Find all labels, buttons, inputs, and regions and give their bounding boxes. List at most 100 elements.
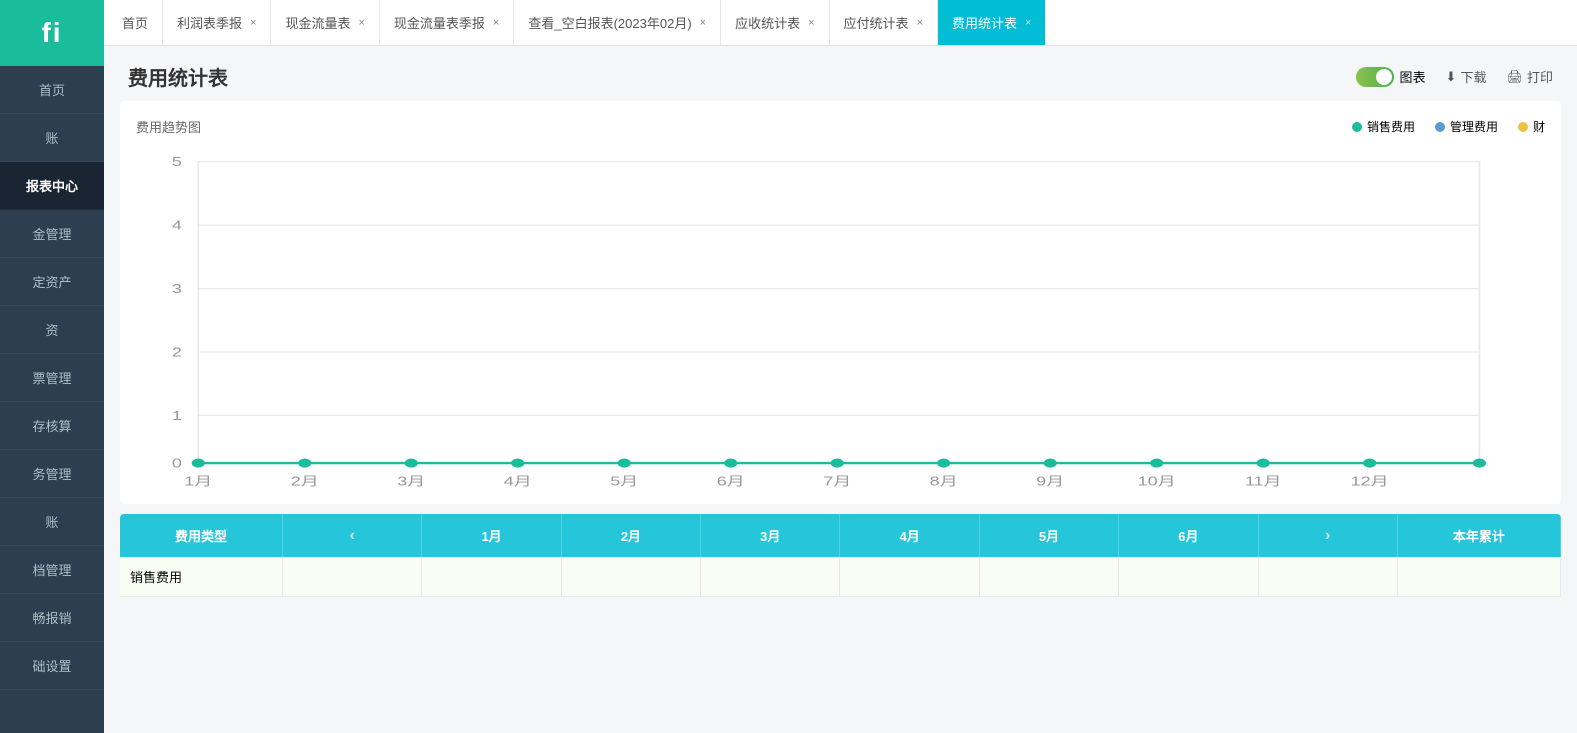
svg-text:6月: 6月 (717, 475, 745, 488)
download-icon: ⬇ (1446, 69, 1457, 85)
sidebar-item-fixed-assets[interactable]: 定资产 (0, 258, 104, 306)
td-row0-ytd (1398, 557, 1561, 596)
svg-text:4月: 4月 (504, 475, 532, 488)
prev-arrow[interactable]: ‹ (344, 527, 361, 545)
tab-cashflow-quarterly[interactable]: 现金流量表季报 × (380, 0, 514, 46)
td-row0-nav2 (1259, 557, 1398, 596)
tabs-bar: 首页 利润表季报 × 现金流量表 × 现金流量表季报 × 查看_空白报表(202… (104, 0, 1577, 46)
th-m3: 3月 (701, 514, 840, 557)
legend-finance: 财 (1518, 118, 1545, 135)
sidebar-item-settings[interactable]: 础设置 (0, 642, 104, 690)
svg-text:3: 3 (172, 283, 182, 297)
sidebar-item-ledger[interactable]: 账 (0, 498, 104, 546)
chart-title: 费用趋势图 (136, 117, 201, 136)
svg-text:4: 4 (172, 219, 182, 233)
close-tab-receivable[interactable]: × (808, 17, 814, 29)
sidebar-item-invoice[interactable]: 票管理 (0, 354, 104, 402)
chart-container: 费用趋势图 销售费用 管理费用 财 (120, 101, 1561, 504)
close-tab-payable[interactable]: × (917, 17, 923, 29)
toggle-thumb (1376, 69, 1392, 85)
td-row0-m2 (562, 557, 701, 596)
content-area: 费用统计表 图表 ⬇ 下载 🖨 打印 (104, 46, 1577, 733)
next-arrow[interactable]: › (1319, 527, 1336, 545)
svg-text:11月: 11月 (1245, 475, 1282, 488)
th-m5: 5月 (980, 514, 1119, 557)
svg-text:5月: 5月 (610, 475, 638, 488)
legend-dot-sales (1352, 122, 1362, 132)
svg-text:9月: 9月 (1036, 475, 1064, 488)
th-nav-next[interactable]: › (1259, 515, 1398, 557)
legend-mgmt: 管理费用 (1435, 118, 1498, 135)
svg-text:12月: 12月 (1351, 475, 1389, 488)
sidebar-item-invest[interactable]: 资 (0, 306, 104, 354)
svg-text:2月: 2月 (291, 475, 319, 488)
main-area: 首页 利润表季报 × 现金流量表 × 现金流量表季报 × 查看_空白报表(202… (104, 0, 1577, 733)
toggle-track[interactable] (1356, 67, 1394, 87)
td-row0-type: 销售费用 (120, 557, 283, 596)
td-row0-m1 (422, 557, 561, 596)
legend-sales: 销售费用 (1352, 118, 1415, 135)
sidebar-item-inventory[interactable]: 存核算 (0, 402, 104, 450)
sidebar-item-expense-report[interactable]: 畅报销 (0, 594, 104, 642)
th-type: 费用类型 (120, 514, 283, 557)
sidebar-logo: fi (0, 0, 104, 66)
tab-cashflow[interactable]: 现金流量表 × (271, 0, 379, 46)
th-ytd: 本年累计 (1398, 514, 1561, 557)
tab-profit-quarterly[interactable]: 利润表季报 × (163, 0, 271, 46)
sidebar-item-service[interactable]: 务管理 (0, 450, 104, 498)
print-button[interactable]: 🖨 打印 (1506, 67, 1553, 86)
th-m4: 4月 (840, 514, 979, 557)
sidebar-item-home[interactable]: 首页 (0, 66, 104, 114)
download-label: 下载 (1460, 67, 1486, 86)
toggle-label: 图表 (1400, 67, 1426, 86)
td-row0-nav (283, 557, 422, 596)
sidebar-item-account[interactable]: 账 (0, 114, 104, 162)
header-actions: 图表 ⬇ 下载 🖨 打印 (1356, 67, 1553, 87)
tab-home[interactable]: 首页 (108, 0, 163, 46)
page-title: 费用统计表 (128, 62, 228, 91)
th-m2: 2月 (562, 514, 701, 557)
svg-text:2: 2 (172, 346, 182, 360)
chart-toggle[interactable]: 图表 (1356, 67, 1426, 87)
legend-label-sales: 销售费用 (1367, 118, 1415, 135)
print-label: 打印 (1527, 67, 1553, 86)
close-tab-profit-quarterly[interactable]: × (250, 17, 256, 29)
svg-text:10月: 10月 (1138, 475, 1176, 488)
close-tab-expense-stats[interactable]: × (1025, 17, 1031, 29)
chart-legend: 销售费用 管理费用 财 (1352, 118, 1545, 135)
close-tab-cashflow[interactable]: × (358, 17, 364, 29)
th-m1: 1月 (422, 514, 561, 557)
table-header: 费用类型 ‹ 1月 2月 3月 4月 5月 (120, 514, 1561, 557)
tab-expense-stats[interactable]: 费用统计表 × (938, 0, 1046, 46)
svg-text:7月: 7月 (823, 475, 851, 488)
svg-text:1月: 1月 (184, 475, 212, 488)
sidebar-item-fund[interactable]: 金管理 (0, 210, 104, 258)
td-row0-m5 (980, 557, 1119, 596)
data-table: 费用类型 ‹ 1月 2月 3月 4月 5月 (120, 514, 1561, 597)
th-m6: 6月 (1119, 514, 1258, 557)
th-nav-prev[interactable]: ‹ (283, 515, 422, 557)
svg-text:3月: 3月 (397, 475, 425, 488)
svg-text:0: 0 (172, 457, 182, 471)
download-button[interactable]: ⬇ 下载 (1446, 67, 1487, 86)
sidebar-item-archive[interactable]: 档管理 (0, 546, 104, 594)
print-icon: 🖨 (1506, 69, 1523, 85)
td-row0-m4 (840, 557, 979, 596)
line-chart-svg: 5 4 3 2 1 0 (136, 148, 1545, 488)
svg-text:8月: 8月 (930, 475, 958, 488)
svg-text:1: 1 (172, 410, 182, 424)
tab-blank-report[interactable]: 查看_空白报表(2023年02月) × (514, 0, 721, 46)
chart-wrapper: 5 4 3 2 1 0 (136, 148, 1545, 488)
tab-receivable[interactable]: 应收统计表 × (721, 0, 829, 46)
table-row: 销售费用 (120, 557, 1561, 597)
tab-payable[interactable]: 应付统计表 × (830, 0, 938, 46)
sidebar: fi 首页 账 报表中心 金管理 定资产 资 票管理 存核算 务管理 账 档管理… (0, 0, 104, 733)
sidebar-item-report-center[interactable]: 报表中心 (0, 162, 104, 210)
close-tab-cashflow-quarterly[interactable]: × (493, 17, 499, 29)
td-row0-m6 (1119, 557, 1258, 596)
page-header: 费用统计表 图表 ⬇ 下载 🖨 打印 (104, 46, 1577, 101)
legend-label-mgmt: 管理费用 (1450, 118, 1498, 135)
legend-label-finance: 财 (1533, 118, 1545, 135)
legend-dot-finance (1518, 122, 1528, 132)
close-tab-blank-report[interactable]: × (700, 17, 706, 29)
